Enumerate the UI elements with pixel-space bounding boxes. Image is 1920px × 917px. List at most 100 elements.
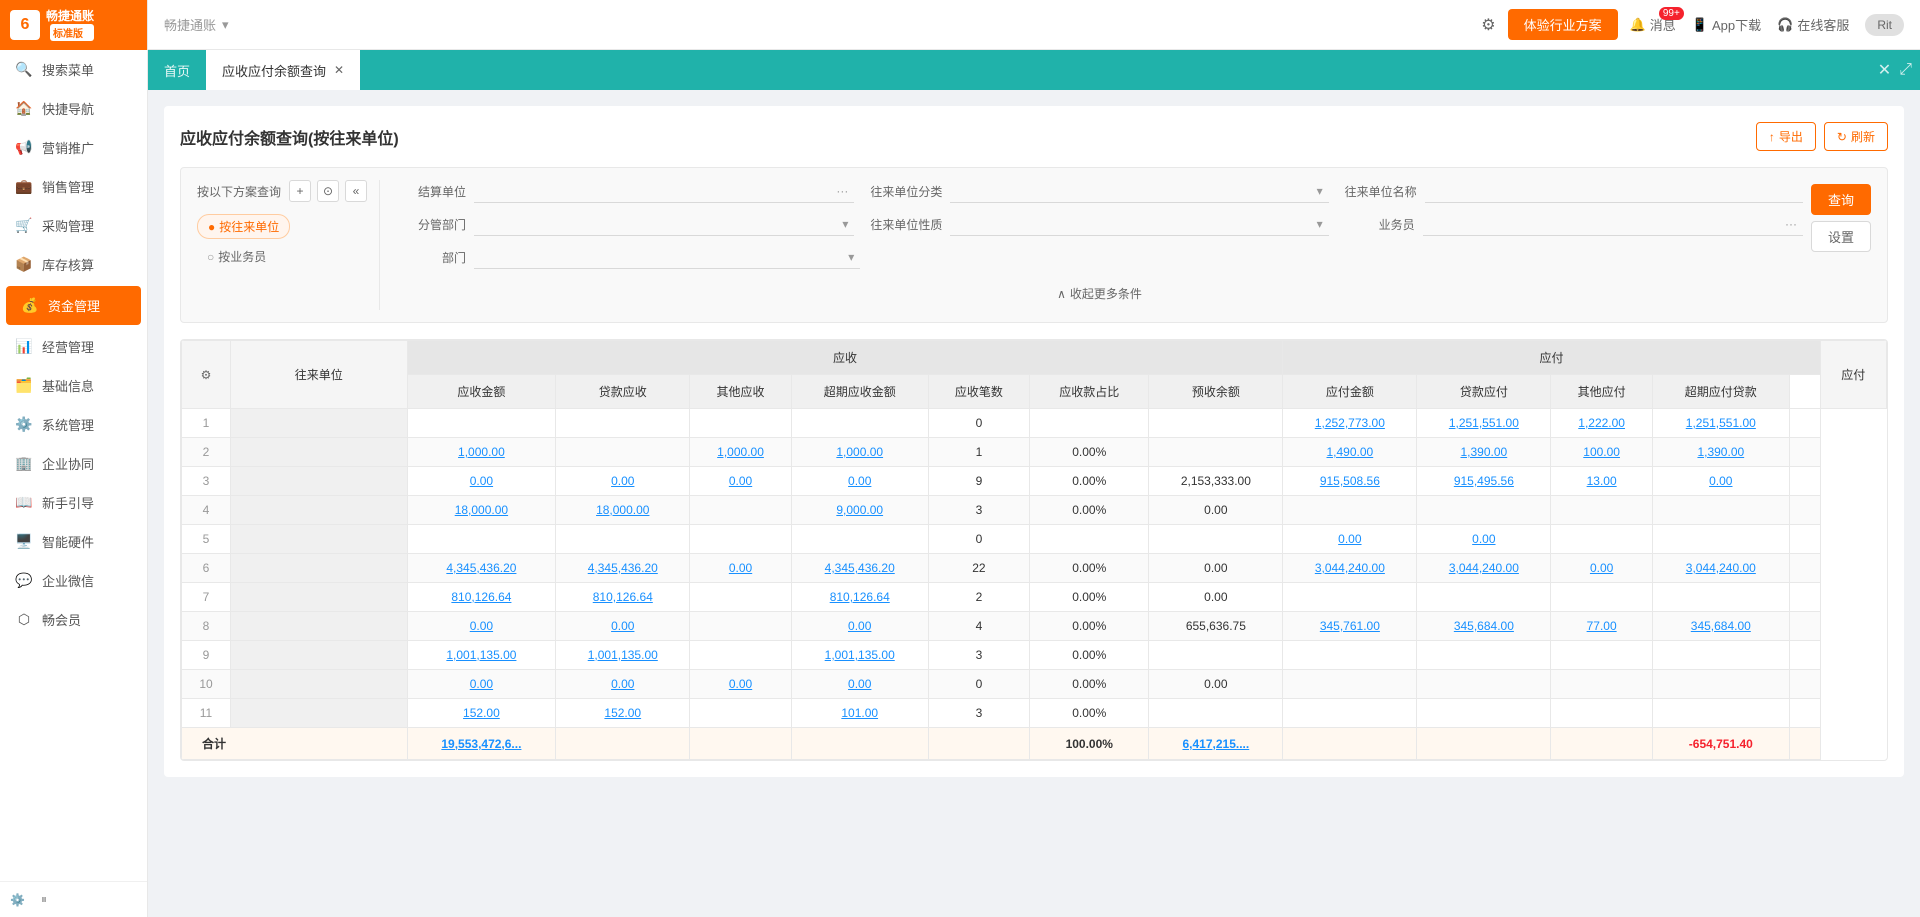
expand-icon[interactable]: ⤢ [1899, 61, 1912, 79]
th-ar-group: 应收 [407, 341, 1283, 375]
table-row: 80.000.000.0040.00%655,636.75345,761.003… [182, 612, 1887, 641]
sidebar-item-label: 营销推广 [42, 138, 94, 157]
filter-fields: 结算单位 ··· 往来单位分类 [396, 180, 1803, 310]
tab-ar-ap[interactable]: 应收应付余额查询 ✕ [206, 50, 360, 90]
bell-icon: 🔔 [1630, 17, 1646, 33]
settlement-unit-label: 结算单位 [396, 183, 466, 200]
hardware-icon: 🖥️ [14, 533, 34, 550]
sidebar-item-search[interactable]: 🔍 搜索菜单 [0, 50, 147, 89]
field-salesperson: 业务员 ··· [1345, 213, 1803, 236]
query-button[interactable]: 查询 [1811, 184, 1871, 215]
base-icon: 🗂️ [14, 377, 34, 394]
sidebar-item-nav[interactable]: 🏠 快捷导航 [0, 89, 147, 128]
settings-gear-icon[interactable]: ⚙️ [10, 893, 25, 907]
export-button[interactable]: ↑ 导出 [1756, 122, 1816, 151]
solution-button[interactable]: 体验行业方案 [1508, 9, 1618, 40]
field-partner-nature: 往来单位性质 ▾ [870, 213, 1328, 236]
partner-nature-label: 往来单位性质 [870, 216, 942, 233]
sidebar-item-purchase[interactable]: 🛒 采购管理 [0, 206, 147, 245]
service-label: 在线客服 [1797, 15, 1849, 34]
scheme-by-partner[interactable]: ● 按往来单位 [197, 214, 290, 239]
partner-name-input[interactable] [1425, 180, 1803, 203]
page-header: 应收应付余额查询(按往来单位) ↑ 导出 ↻ 刷新 [180, 122, 1888, 151]
guide-icon: 📖 [14, 494, 34, 511]
total-ar-amount[interactable]: 19,553,472,6... [407, 728, 556, 760]
header-actions: 🔔 消息 99+ 📱 App下载 🎧 在线客服 Rit [1630, 14, 1904, 36]
sidebar-item-hardware[interactable]: 🖥️ 智能硬件 [0, 522, 147, 561]
table-row: 418,000.0018,000.009,000.0030.00%0.00 [182, 496, 1887, 525]
gear-btn[interactable]: ⚙ [1481, 15, 1495, 35]
app-edition: 标准版 [50, 24, 94, 41]
close-window-icon[interactable]: ✕ [1878, 60, 1891, 80]
total-ap-amount [1283, 728, 1417, 760]
collapse-scheme-btn[interactable]: « [345, 180, 367, 202]
tab-close-icon[interactable]: ✕ [334, 63, 344, 77]
th-ap-group: 应付 [1283, 341, 1820, 375]
search-icon: 🔍 [14, 61, 34, 78]
sidebar-item-corp[interactable]: 🏢 企业协同 [0, 444, 147, 483]
page-title: 应收应付余额查询(按往来单位) [180, 125, 399, 149]
partner-category-label: 往来单位分类 [870, 183, 942, 200]
notice-btn[interactable]: 🔔 消息 99+ [1630, 15, 1676, 34]
refresh-button[interactable]: ↻ 刷新 [1824, 122, 1888, 151]
filter-area: 按以下方案查询 + ⊙ « ● 按往来单位 [180, 167, 1888, 323]
scheme-by-salesperson[interactable]: ○ 按业务员 [197, 245, 290, 268]
collapse-btn[interactable]: ∧ 收起更多条件 [396, 277, 1803, 310]
dept-managed-select[interactable]: ▾ [474, 213, 854, 236]
sidebar-item-finance[interactable]: 💰 资金管理 [6, 286, 141, 325]
sidebar-item-sales[interactable]: 💼 销售管理 [0, 167, 147, 206]
th-ap-loan: 贷款应付 [1417, 375, 1551, 409]
operation-icon: 📊 [14, 338, 34, 355]
sidebar-bottom: ⚙️ ⏸ [0, 881, 147, 917]
th-ap-other: 其他应付 [1551, 375, 1653, 409]
sidebar-item-wechat[interactable]: 💬 企业微信 [0, 561, 147, 600]
finance-icon: 💰 [20, 297, 40, 314]
sidebar-item-label: 企业微信 [42, 571, 94, 590]
sidebar-item-inventory[interactable]: 📦 库存核算 [0, 245, 147, 284]
sidebar-item-marketing[interactable]: 📢 营销推广 [0, 128, 147, 167]
app-download-btn[interactable]: 📱 App下载 [1692, 15, 1761, 34]
add-scheme-btn[interactable]: + [289, 180, 311, 202]
sidebar-item-operation[interactable]: 📊 经营管理 [0, 327, 147, 366]
breadcrumb: 畅捷通账 ▾ [164, 15, 1481, 34]
sidebar-item-base[interactable]: 🗂️ 基础信息 [0, 366, 147, 405]
partner-nature-select[interactable]: ▾ [950, 213, 1328, 236]
table-row: 7810,126.64810,126.64810,126.6420.00%0.0… [182, 583, 1887, 612]
field-partner-category: 往来单位分类 ▾ [870, 180, 1328, 203]
partner-cell [231, 699, 408, 728]
sidebar-item-guide[interactable]: 📖 新手引导 [0, 483, 147, 522]
service-btn[interactable]: 🎧 在线客服 [1777, 15, 1849, 34]
sidebar-item-label: 企业协同 [42, 454, 94, 473]
edit-scheme-btn[interactable]: ⊙ [317, 180, 339, 202]
total-ar-ratio: 100.00% [1030, 728, 1149, 760]
total-ar-prepaid[interactable]: 6,417,215.... [1149, 728, 1283, 760]
settings-button[interactable]: 设置 [1811, 221, 1871, 252]
refresh-icon: ↻ [1837, 130, 1847, 144]
user-avatar[interactable]: Rit [1865, 14, 1904, 36]
dept-select[interactable]: ▾ [474, 246, 860, 269]
tab-home-label: 首页 [164, 61, 190, 80]
sidebar-item-member[interactable]: ⬡ 畅会员 [0, 600, 147, 639]
sidebar-item-label: 系统管理 [42, 415, 94, 434]
table-row: 500.000.00 [182, 525, 1887, 554]
settlement-unit-input[interactable]: ··· [474, 180, 854, 203]
collapse-label: 收起更多条件 [1070, 285, 1142, 302]
sales-icon: 💼 [14, 178, 34, 195]
th-ar-loan: 贷款应收 [556, 375, 690, 409]
th-ap-cont: 应付 [1820, 341, 1886, 409]
salesperson-input[interactable]: ··· [1423, 213, 1803, 236]
system-icon: ⚙️ [14, 416, 34, 433]
partner-category-select[interactable]: ▾ [950, 180, 1328, 203]
tab-home[interactable]: 首页 [148, 50, 206, 90]
collapse-icon[interactable]: ⏸ [41, 892, 47, 907]
sidebar-item-label: 销售管理 [42, 177, 94, 196]
tab-bar: 首页 应收应付余额查询 ✕ ✕ ⤢ [148, 50, 1920, 90]
breadcrumb-text: 畅捷通账 [164, 15, 216, 34]
sidebar-item-system[interactable]: ⚙️ 系统管理 [0, 405, 147, 444]
partner-cell [231, 409, 408, 438]
export-icon: ↑ [1769, 130, 1775, 144]
th-ar-overdue: 超期应收金额 [791, 375, 928, 409]
app-name: 畅捷通账 [46, 9, 94, 23]
partner-cell [231, 525, 408, 554]
table-settings-icon[interactable]: ⚙ [192, 361, 220, 389]
